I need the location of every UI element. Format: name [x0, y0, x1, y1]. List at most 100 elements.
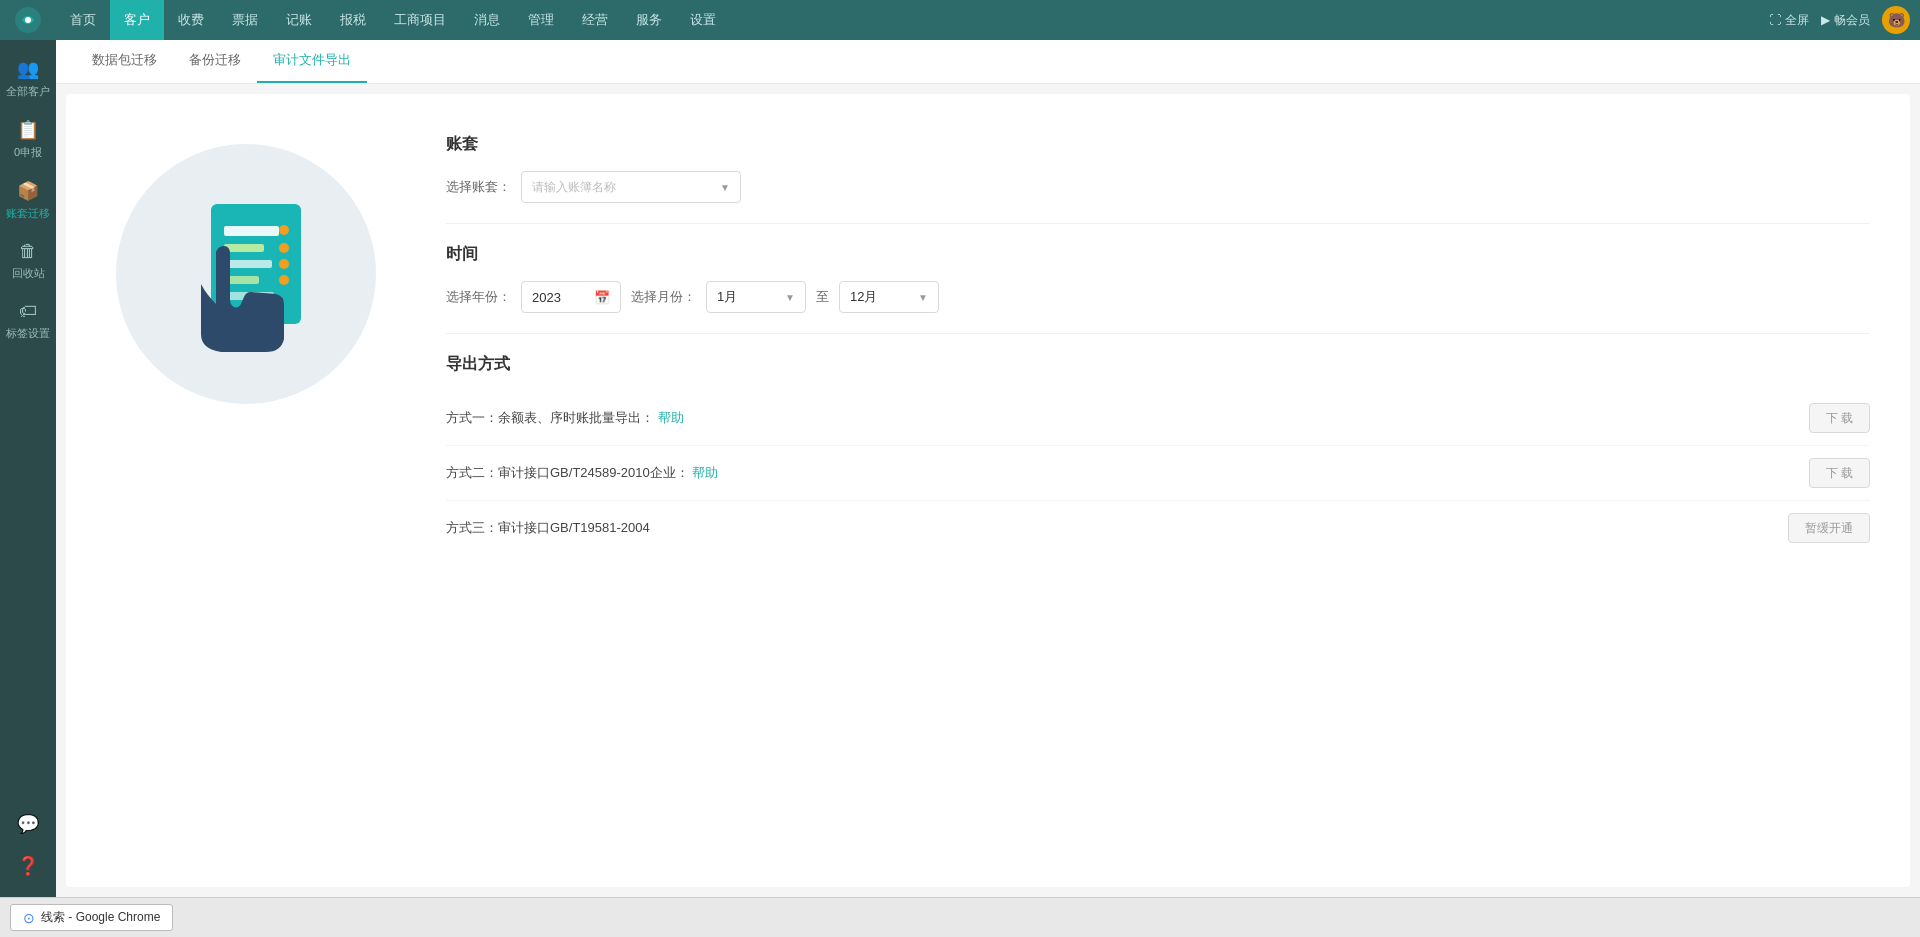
taskbar: ⊙ 线索 - Google Chrome	[0, 897, 1920, 937]
month-end-select[interactable]: 12月 ▼	[839, 281, 939, 313]
svg-rect-3	[224, 226, 279, 236]
chat-icon: 💬	[17, 813, 39, 835]
svg-point-10	[279, 259, 289, 269]
svg-rect-5	[224, 260, 272, 268]
sidebar-item-label-recycle: 回收站	[12, 266, 45, 281]
export-method-3-label: 方式三：审计接口GB/T19581-2004	[446, 519, 650, 537]
account-placeholder: 请输入账簿名称	[532, 179, 616, 196]
month-start-select[interactable]: 1月 ▼	[706, 281, 806, 313]
year-label: 选择年份：	[446, 288, 511, 306]
nav-item-commerce[interactable]: 工商项目	[380, 0, 460, 40]
chevron-down-icon-month: ▼	[785, 292, 795, 303]
export-method-1-text: 方式一：余额表、序时账批量导出：	[446, 410, 654, 425]
export-method-1-label: 方式一：余额表、序时账批量导出： 帮助	[446, 409, 684, 427]
tab-audit-export[interactable]: 审计文件导出	[257, 40, 367, 83]
sidebar-item-label-tag: 标签设置	[6, 326, 50, 341]
help-icon: ❓	[17, 855, 39, 877]
nav-item-message[interactable]: 消息	[460, 0, 514, 40]
calendar-icon: 📅	[594, 290, 610, 305]
export-method-1-download-button[interactable]: 下 载	[1809, 403, 1870, 433]
sidebar-item-all-customers[interactable]: 👥 全部客户	[0, 48, 56, 109]
nav-right: ⛶ 全屏 ▶ 畅会员 🐻	[1769, 6, 1910, 34]
year-input[interactable]: 2023 📅	[521, 281, 621, 313]
svg-point-8	[279, 225, 289, 235]
illustration-svg	[156, 174, 336, 374]
sidebar-item-recycle[interactable]: 🗑 回收站	[0, 231, 56, 291]
member-icon: ▶	[1821, 13, 1830, 27]
nav-item-tax[interactable]: 报税	[326, 0, 380, 40]
export-method-2-text: 方式二：审计接口GB/T24589-2010企业：	[446, 465, 689, 480]
chrome-icon: ⊙	[23, 910, 35, 926]
sidebar-item-tag-settings[interactable]: 🏷 标签设置	[0, 291, 56, 351]
sidebar-bottom: 💬 ❓	[0, 803, 56, 887]
export-method-3-open-button[interactable]: 暂缓开通	[1788, 513, 1870, 543]
member-label: 畅会员	[1834, 12, 1870, 29]
section-divider-2	[446, 333, 1870, 334]
svg-point-9	[279, 243, 289, 253]
month-label: 选择月份：	[631, 288, 696, 306]
member-button[interactable]: ▶ 畅会员	[1821, 12, 1870, 29]
recycle-icon: 🗑	[19, 241, 37, 262]
export-method-2-label: 方式二：审计接口GB/T24589-2010企业： 帮助	[446, 464, 718, 482]
nav-item-bookkeeping[interactable]: 记账	[272, 0, 326, 40]
taskbar-chrome-label: 线索 - Google Chrome	[41, 909, 160, 926]
nav-item-service[interactable]: 服务	[622, 0, 676, 40]
sidebar: 👥 全部客户 📋 0申报 📦 账套迁移 🗑 回收站 🏷 标签设置 💬 ❓	[0, 40, 56, 897]
month-end-value: 12月	[850, 288, 877, 306]
nav-item-fee[interactable]: 收费	[164, 0, 218, 40]
fullscreen-label: 全屏	[1785, 12, 1809, 29]
fullscreen-button[interactable]: ⛶ 全屏	[1769, 12, 1809, 29]
nav-item-business[interactable]: 经营	[568, 0, 622, 40]
account-migrate-icon: 📦	[17, 180, 39, 202]
nav-items: 首页 客户 收费 票据 记账 报税 工商项目 消息 管理 经营 服务 设置	[56, 0, 1769, 40]
sidebar-item-label-declare: 0申报	[14, 145, 42, 160]
sidebar-item-chat[interactable]: 💬	[0, 803, 56, 845]
tab-bar: 数据包迁移 备份迁移 审计文件导出	[56, 40, 1920, 84]
all-customers-icon: 👥	[17, 58, 39, 80]
to-label: 至	[816, 288, 829, 306]
export-method-2: 方式二：审计接口GB/T24589-2010企业： 帮助 下 载	[446, 446, 1870, 501]
nav-item-manage[interactable]: 管理	[514, 0, 568, 40]
fullscreen-icon: ⛶	[1769, 13, 1781, 27]
sidebar-item-account-migrate[interactable]: 📦 账套迁移	[0, 170, 56, 231]
top-nav: 首页 客户 收费 票据 记账 报税 工商项目 消息 管理 经营 服务 设置 ⛶ …	[0, 0, 1920, 40]
sidebar-item-zero-declare[interactable]: 📋 0申报	[0, 109, 56, 170]
export-section-title: 导出方式	[446, 354, 1870, 375]
svg-point-1	[25, 17, 31, 23]
time-section-title: 时间	[446, 244, 1870, 265]
main-layout: 👥 全部客户 📋 0申报 📦 账套迁移 🗑 回收站 🏷 标签设置 💬 ❓	[0, 40, 1920, 897]
export-method-3-text: 方式三：审计接口GB/T19581-2004	[446, 520, 650, 535]
page-content: 账套 选择账套： 请输入账簿名称 ▼ 时间 选择年份： 2023 📅	[66, 94, 1910, 887]
svg-point-11	[279, 275, 289, 285]
taskbar-chrome-item[interactable]: ⊙ 线索 - Google Chrome	[10, 904, 173, 931]
chevron-down-icon-month-end: ▼	[918, 292, 928, 303]
export-method-2-download-button[interactable]: 下 载	[1809, 458, 1870, 488]
nav-item-settings[interactable]: 设置	[676, 0, 730, 40]
zero-declare-icon: 📋	[17, 119, 39, 141]
svg-rect-4	[224, 244, 264, 252]
account-form-row: 选择账套： 请输入账簿名称 ▼	[446, 171, 1870, 203]
export-method-3: 方式三：审计接口GB/T19581-2004 暂缓开通	[446, 501, 1870, 555]
nav-item-ticket[interactable]: 票据	[218, 0, 272, 40]
avatar: 🐻	[1882, 6, 1910, 34]
sidebar-item-label-customers: 全部客户	[6, 84, 50, 99]
account-label: 选择账套：	[446, 178, 511, 196]
content-area: 数据包迁移 备份迁移 审计文件导出	[56, 40, 1920, 897]
account-select[interactable]: 请输入账簿名称 ▼	[521, 171, 741, 203]
nav-item-home[interactable]: 首页	[56, 0, 110, 40]
time-form-row: 选择年份： 2023 📅 选择月份： 1月 ▼ 至 12月 ▼	[446, 281, 1870, 313]
sidebar-item-help[interactable]: ❓	[0, 845, 56, 887]
tab-backup-migrate[interactable]: 备份迁移	[173, 40, 257, 83]
nav-item-customer[interactable]: 客户	[110, 0, 164, 40]
tab-data-package[interactable]: 数据包迁移	[76, 40, 173, 83]
sidebar-item-label-migrate: 账套迁移	[6, 206, 50, 221]
illustration-container	[106, 144, 386, 404]
chevron-down-icon: ▼	[720, 182, 730, 193]
illustration-circle	[116, 144, 376, 404]
section-divider-1	[446, 223, 1870, 224]
export-method-1: 方式一：余额表、序时账批量导出： 帮助 下 载	[446, 391, 1870, 446]
month-start-value: 1月	[717, 288, 737, 306]
export-method-2-help[interactable]: 帮助	[692, 465, 718, 480]
export-method-1-help[interactable]: 帮助	[658, 410, 684, 425]
logo	[10, 2, 46, 38]
